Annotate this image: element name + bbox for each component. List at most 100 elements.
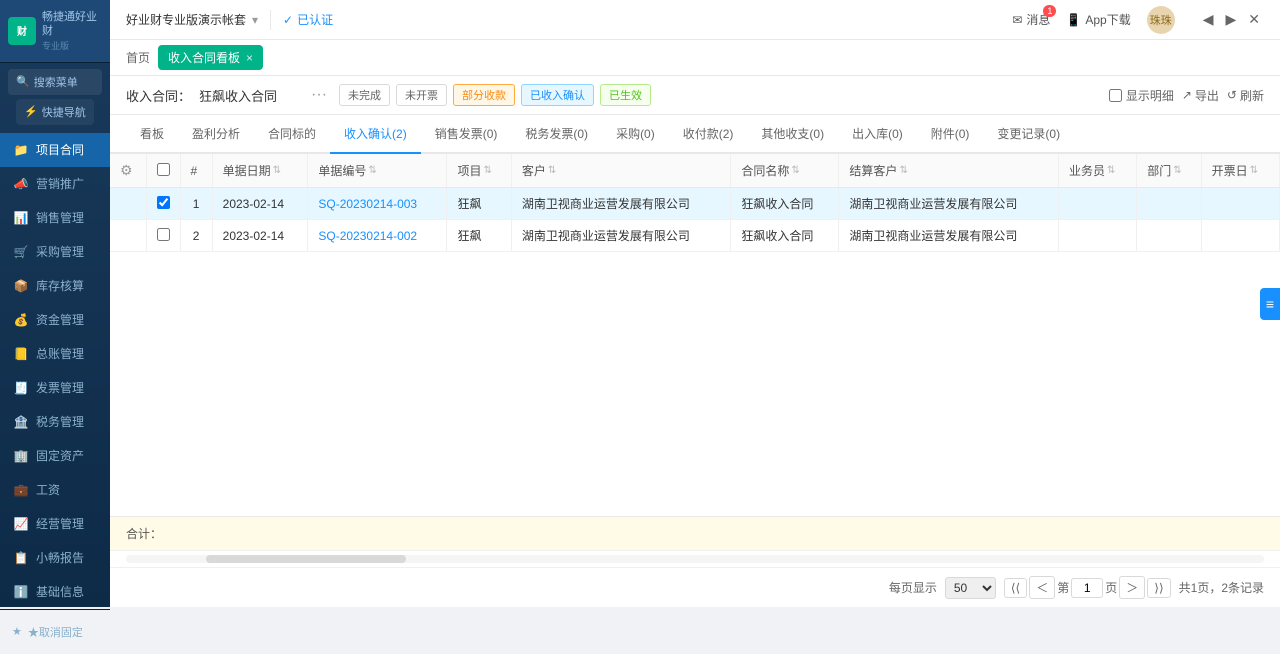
- search-menu-button[interactable]: 🔍 搜索菜单: [8, 69, 102, 95]
- tab-home[interactable]: 首页: [126, 49, 150, 66]
- cell-department: [1137, 220, 1201, 252]
- th-settings[interactable]: ⚙: [110, 154, 146, 188]
- nav-forward-button[interactable]: ▶: [1221, 7, 1240, 32]
- status-not-issued-button[interactable]: 未开票: [396, 84, 447, 106]
- sidebar-item-project[interactable]: 📁 项目合同: [0, 133, 110, 167]
- sort-customer-icon[interactable]: ⇅: [548, 165, 556, 176]
- tab-changes[interactable]: 变更记录(0): [983, 115, 1074, 154]
- table-row[interactable]: 1 2023-02-14 SQ-20230214-003 狂飙 湖南卫视商业运营…: [110, 188, 1280, 220]
- sidebar-item-ops[interactable]: 📈 经营管理: [0, 507, 110, 541]
- settings-icon[interactable]: ⚙: [120, 162, 133, 178]
- nav-back-button[interactable]: ◀: [1199, 7, 1218, 32]
- refresh-button[interactable]: ↺ 刷新: [1227, 87, 1264, 104]
- tab-profit[interactable]: 盈利分析: [178, 115, 254, 154]
- tab-warehouse[interactable]: 出入库(0): [838, 115, 917, 154]
- th-settlement[interactable]: 结算客户⇅: [839, 154, 1059, 188]
- status-confirmed-button[interactable]: 已收入确认: [521, 84, 594, 106]
- cell-customer: 湖南卫视商业运营发展有限公司: [511, 188, 731, 220]
- scrollbar-thumb[interactable]: [206, 555, 406, 563]
- search-icon: 🔍: [16, 75, 30, 88]
- first-page-button[interactable]: ⟨⟨: [1004, 578, 1027, 598]
- sort-number-icon[interactable]: ⇅: [368, 165, 376, 176]
- th-checkbox[interactable]: [146, 154, 180, 188]
- sort-dept-icon[interactable]: ⇅: [1173, 165, 1181, 176]
- page-input[interactable]: [1071, 578, 1103, 598]
- cell-row-num: 1: [180, 188, 212, 220]
- horizontal-scrollbar[interactable]: [126, 555, 1264, 563]
- page-nav: ⟨⟨ ＜ 第 页 ＞ ⟩⟩: [1004, 576, 1171, 599]
- tab-attachments[interactable]: 附件(0): [917, 115, 984, 154]
- more-actions-button[interactable]: ···: [305, 84, 333, 106]
- th-number[interactable]: 单据编号⇅: [308, 154, 447, 188]
- prev-page-button[interactable]: ＜: [1029, 576, 1055, 599]
- th-department[interactable]: 部门⇅: [1137, 154, 1201, 188]
- sidebar-item-marketing[interactable]: 📣 营销推广: [0, 167, 110, 201]
- sort-issue-icon[interactable]: ⇅: [1250, 165, 1258, 176]
- tab-other[interactable]: 其他收支(0): [747, 115, 838, 154]
- per-page-select[interactable]: 50 20 100: [945, 577, 996, 599]
- chart-icon: 📊: [12, 209, 30, 227]
- right-panel-button[interactable]: ≡: [1260, 288, 1280, 320]
- tab-tax-invoice[interactable]: 税务发票(0): [511, 115, 602, 154]
- sort-settlement-icon[interactable]: ⇅: [899, 165, 907, 176]
- company-selector[interactable]: 好业财专业版演示帐套 ▾: [126, 11, 258, 28]
- tab-contract-board[interactable]: 收入合同看板 ×: [158, 45, 263, 70]
- nav-close-button[interactable]: ✕: [1244, 7, 1264, 32]
- last-page-button[interactable]: ⟩⟩: [1147, 578, 1170, 598]
- status-incomplete-button[interactable]: 未完成: [339, 84, 390, 106]
- unpin-button[interactable]: ★ ★取消固定: [8, 618, 102, 646]
- next-page-button[interactable]: ＞: [1119, 576, 1145, 599]
- th-date[interactable]: 单据日期⇅: [212, 154, 308, 188]
- tab-kanban[interactable]: 看板: [126, 115, 178, 154]
- sidebar-item-purchase[interactable]: 🛒 采购管理: [0, 235, 110, 269]
- sidebar-item-sales[interactable]: 📊 销售管理: [0, 201, 110, 235]
- select-all-checkbox[interactable]: [157, 163, 170, 176]
- tab-income-confirm[interactable]: 收入确认(2): [330, 115, 421, 154]
- sidebar-item-reports[interactable]: 📋 小畅报告: [0, 541, 110, 575]
- row-checkbox[interactable]: [157, 196, 170, 209]
- sort-salesperson-icon[interactable]: ⇅: [1107, 165, 1115, 176]
- scrollbar-area: [110, 550, 1280, 567]
- cell-number[interactable]: SQ-20230214-002: [308, 220, 447, 252]
- tab-sales-invoice[interactable]: 销售发票(0): [421, 115, 512, 154]
- cell-checkbox[interactable]: [146, 188, 180, 220]
- cell-date: 2023-02-14: [212, 220, 308, 252]
- tab-payment[interactable]: 收付款(2): [669, 115, 748, 154]
- th-customer[interactable]: 客户⇅: [511, 154, 731, 188]
- status-partial-button[interactable]: 部分收款: [453, 84, 515, 106]
- sidebar-item-assets[interactable]: 🏢 固定资产: [0, 439, 110, 473]
- row-checkbox[interactable]: [157, 228, 170, 241]
- cell-number[interactable]: SQ-20230214-003: [308, 188, 447, 220]
- sidebar-item-tax[interactable]: 🏦 税务管理: [0, 405, 110, 439]
- tab-subject[interactable]: 合同标的: [254, 115, 330, 154]
- quick-nav-button[interactable]: ⚡ 快捷导航: [16, 99, 94, 125]
- avatar[interactable]: 珠珠: [1147, 6, 1175, 34]
- message-button[interactable]: ✉ 消息 1: [1012, 11, 1050, 28]
- sidebar-item-general[interactable]: 📒 总账管理: [0, 337, 110, 371]
- th-issue-date[interactable]: 开票日⇅: [1201, 154, 1279, 188]
- show-detail-checkbox[interactable]: 显示明细: [1109, 87, 1174, 104]
- export-button[interactable]: ↗ 导出: [1182, 87, 1219, 104]
- tab-purchase[interactable]: 采购(0): [602, 115, 669, 154]
- cell-checkbox[interactable]: [146, 220, 180, 252]
- app-download-button[interactable]: 📱 App下载: [1066, 11, 1130, 28]
- sidebar-item-inventory[interactable]: 📦 库存核算: [0, 269, 110, 303]
- sort-contract-icon[interactable]: ⇅: [791, 165, 799, 176]
- sort-project-icon[interactable]: ⇅: [483, 165, 491, 176]
- th-contract-name[interactable]: 合同名称⇅: [731, 154, 839, 188]
- show-detail-input[interactable]: [1109, 89, 1122, 102]
- tab-close-icon[interactable]: ×: [246, 51, 253, 65]
- table-row[interactable]: 2 2023-02-14 SQ-20230214-002 狂飙 湖南卫视商业运营…: [110, 220, 1280, 252]
- sort-date-icon[interactable]: ⇅: [273, 165, 281, 176]
- number-link[interactable]: SQ-20230214-003: [318, 197, 417, 211]
- sidebar-item-invoice[interactable]: 🧾 发票管理: [0, 371, 110, 405]
- sidebar-item-labor[interactable]: 💼 工资: [0, 473, 110, 507]
- th-salesperson[interactable]: 业务员⇅: [1058, 154, 1136, 188]
- check-icon: ✓: [283, 13, 293, 27]
- sidebar-item-basic[interactable]: ℹ️ 基础信息: [0, 575, 110, 609]
- cell-salesperson: [1058, 188, 1136, 220]
- number-link[interactable]: SQ-20230214-002: [318, 229, 417, 243]
- status-active-button[interactable]: 已生效: [600, 84, 651, 106]
- sidebar-item-funds[interactable]: 💰 资金管理: [0, 303, 110, 337]
- th-project[interactable]: 项目⇅: [447, 154, 511, 188]
